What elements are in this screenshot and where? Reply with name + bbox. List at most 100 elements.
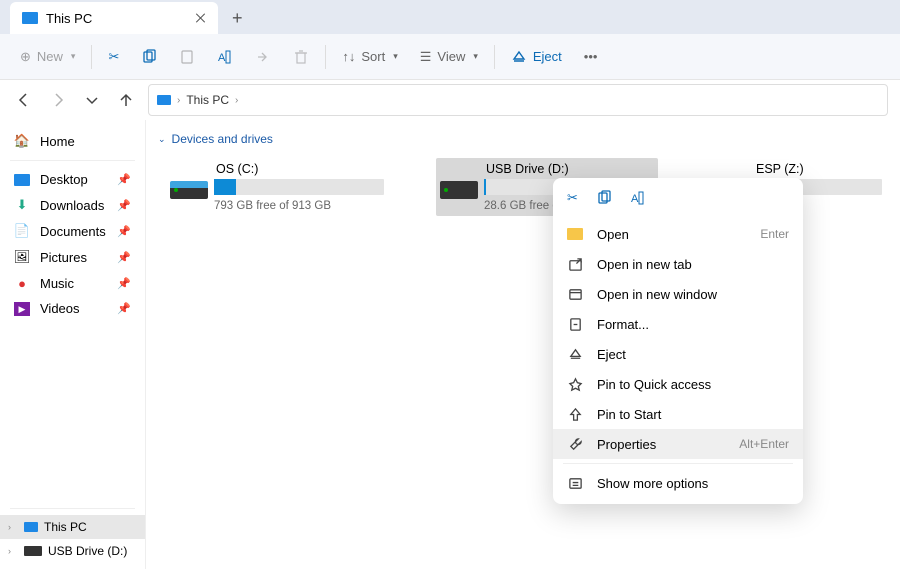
new-tab-icon: [567, 256, 583, 272]
arrow-right-icon: [50, 92, 66, 108]
hdd-icon: [170, 181, 208, 199]
delete-button[interactable]: [285, 41, 317, 73]
sidebar-item-music[interactable]: ● Music 📌: [0, 270, 145, 296]
cut-button[interactable]: ✂: [567, 190, 578, 209]
ctx-eject[interactable]: Eject: [553, 339, 803, 369]
chevron-down-icon: ⌄: [158, 134, 166, 145]
svg-text:A: A: [218, 52, 226, 64]
sidebar-item-label: Desktop: [40, 172, 88, 187]
chevron-down-icon: ▾: [71, 51, 76, 62]
sort-label: Sort: [361, 49, 385, 64]
share-button[interactable]: [247, 41, 279, 73]
ctx-show-more[interactable]: Show more options: [553, 468, 803, 498]
ctx-open-new-window[interactable]: Open in new window: [553, 279, 803, 309]
copy-button[interactable]: [596, 190, 612, 209]
format-icon: [567, 316, 583, 332]
view-label: View: [437, 49, 465, 64]
pin-icon: [567, 406, 583, 422]
pin-icon: 📌: [117, 251, 131, 264]
drive-os-c[interactable]: OS (C:) 793 GB free of 913 GB: [166, 158, 388, 216]
close-icon[interactable]: [196, 13, 206, 23]
sort-button[interactable]: ↑↓ Sort ▾: [334, 41, 405, 73]
ctx-open[interactable]: Open Enter: [553, 219, 803, 249]
rename-button[interactable]: A: [630, 190, 646, 209]
pin-icon: 📌: [117, 225, 131, 238]
download-icon: ⬇: [14, 197, 30, 213]
monitor-icon: [157, 95, 171, 105]
documents-icon: 📄: [14, 223, 30, 239]
trash-icon: [293, 49, 309, 65]
sidebar-item-label: Documents: [40, 224, 106, 239]
sidebar-item-pictures[interactable]: 🖼 Pictures 📌: [0, 244, 145, 270]
tree-item-label: USB Drive (D:): [48, 544, 127, 558]
pictures-icon: 🖼: [14, 249, 30, 265]
sidebar-item-label: Home: [40, 134, 75, 149]
paste-button[interactable]: [171, 41, 203, 73]
usb-drive-icon: [440, 181, 478, 199]
ctx-item-label: Open: [597, 227, 629, 242]
chevron-down-icon: ▾: [393, 51, 398, 62]
monitor-icon: [24, 522, 38, 532]
ctx-item-label: Pin to Start: [597, 407, 661, 422]
eject-icon: [511, 49, 527, 65]
sort-icon: ↑↓: [342, 49, 355, 64]
new-tab-button[interactable]: +: [218, 2, 257, 34]
address-bar[interactable]: › This PC ›: [148, 84, 888, 116]
tree-item-usb[interactable]: › USB Drive (D:): [0, 539, 145, 563]
sidebar-item-documents[interactable]: 📄 Documents 📌: [0, 218, 145, 244]
chevron-right-icon[interactable]: ›: [8, 522, 18, 532]
plus-circle-icon: ⊕: [20, 49, 31, 65]
ctx-item-label: Pin to Quick access: [597, 377, 711, 392]
separator: [10, 160, 135, 161]
tab-this-pc[interactable]: This PC: [10, 2, 218, 34]
tree-item-this-pc[interactable]: › This PC: [0, 515, 145, 539]
ctx-format[interactable]: Format...: [553, 309, 803, 339]
separator: [91, 45, 92, 69]
storage-bar: [214, 179, 384, 195]
section-devices-drives[interactable]: ⌄ Devices and drives: [152, 130, 894, 148]
ctx-item-label: Open in new tab: [597, 257, 692, 272]
ctx-pin-start[interactable]: Pin to Start: [553, 399, 803, 429]
context-menu: ✂ A Open Enter Open in new tab Open in n…: [553, 178, 803, 504]
new-window-icon: [567, 286, 583, 302]
ctx-item-shortcut: Alt+Enter: [739, 437, 789, 451]
back-button[interactable]: [12, 88, 36, 112]
ctx-item-shortcut: Enter: [760, 227, 789, 241]
videos-icon: ▶: [14, 302, 30, 316]
tab-bar: This PC +: [0, 0, 900, 34]
eject-button[interactable]: Eject: [503, 41, 570, 73]
ctx-item-label: Properties: [597, 437, 656, 452]
section-title: Devices and drives: [172, 132, 273, 146]
separator: [563, 463, 793, 464]
nav-row: › This PC ›: [0, 80, 900, 120]
sidebar-item-downloads[interactable]: ⬇ Downloads 📌: [0, 192, 145, 218]
ctx-open-new-tab[interactable]: Open in new tab: [553, 249, 803, 279]
cut-button[interactable]: ✂: [100, 41, 127, 73]
view-button[interactable]: ☰ View ▾: [412, 41, 486, 73]
up-button[interactable]: [114, 88, 138, 112]
chevron-right-icon[interactable]: ›: [8, 546, 18, 556]
pin-icon: 📌: [117, 199, 131, 212]
sidebar-item-home[interactable]: 🏠 Home: [0, 128, 145, 154]
new-button[interactable]: ⊕ New ▾: [12, 41, 83, 73]
tree-item-label: This PC: [44, 520, 87, 534]
context-menu-quick-actions: ✂ A: [553, 184, 803, 219]
chevron-down-icon: [84, 92, 100, 108]
ellipsis-icon: •••: [584, 49, 598, 64]
separator: [325, 45, 326, 69]
forward-button[interactable]: [46, 88, 70, 112]
sidebar-item-desktop[interactable]: Desktop 📌: [0, 167, 145, 192]
rename-button[interactable]: A: [209, 41, 241, 73]
share-icon: [255, 49, 271, 65]
sidebar-item-label: Pictures: [40, 250, 87, 265]
recent-button[interactable]: [80, 88, 104, 112]
ctx-properties[interactable]: Properties Alt+Enter: [553, 429, 803, 459]
copy-icon: [141, 49, 157, 65]
breadcrumb-loc[interactable]: This PC: [186, 93, 229, 107]
more-button[interactable]: •••: [576, 41, 606, 73]
ctx-pin-quick-access[interactable]: Pin to Quick access: [553, 369, 803, 399]
copy-button[interactable]: [133, 41, 165, 73]
sidebar-item-videos[interactable]: ▶ Videos 📌: [0, 296, 145, 321]
monitor-icon: [22, 12, 38, 24]
sidebar-item-label: Downloads: [40, 198, 104, 213]
